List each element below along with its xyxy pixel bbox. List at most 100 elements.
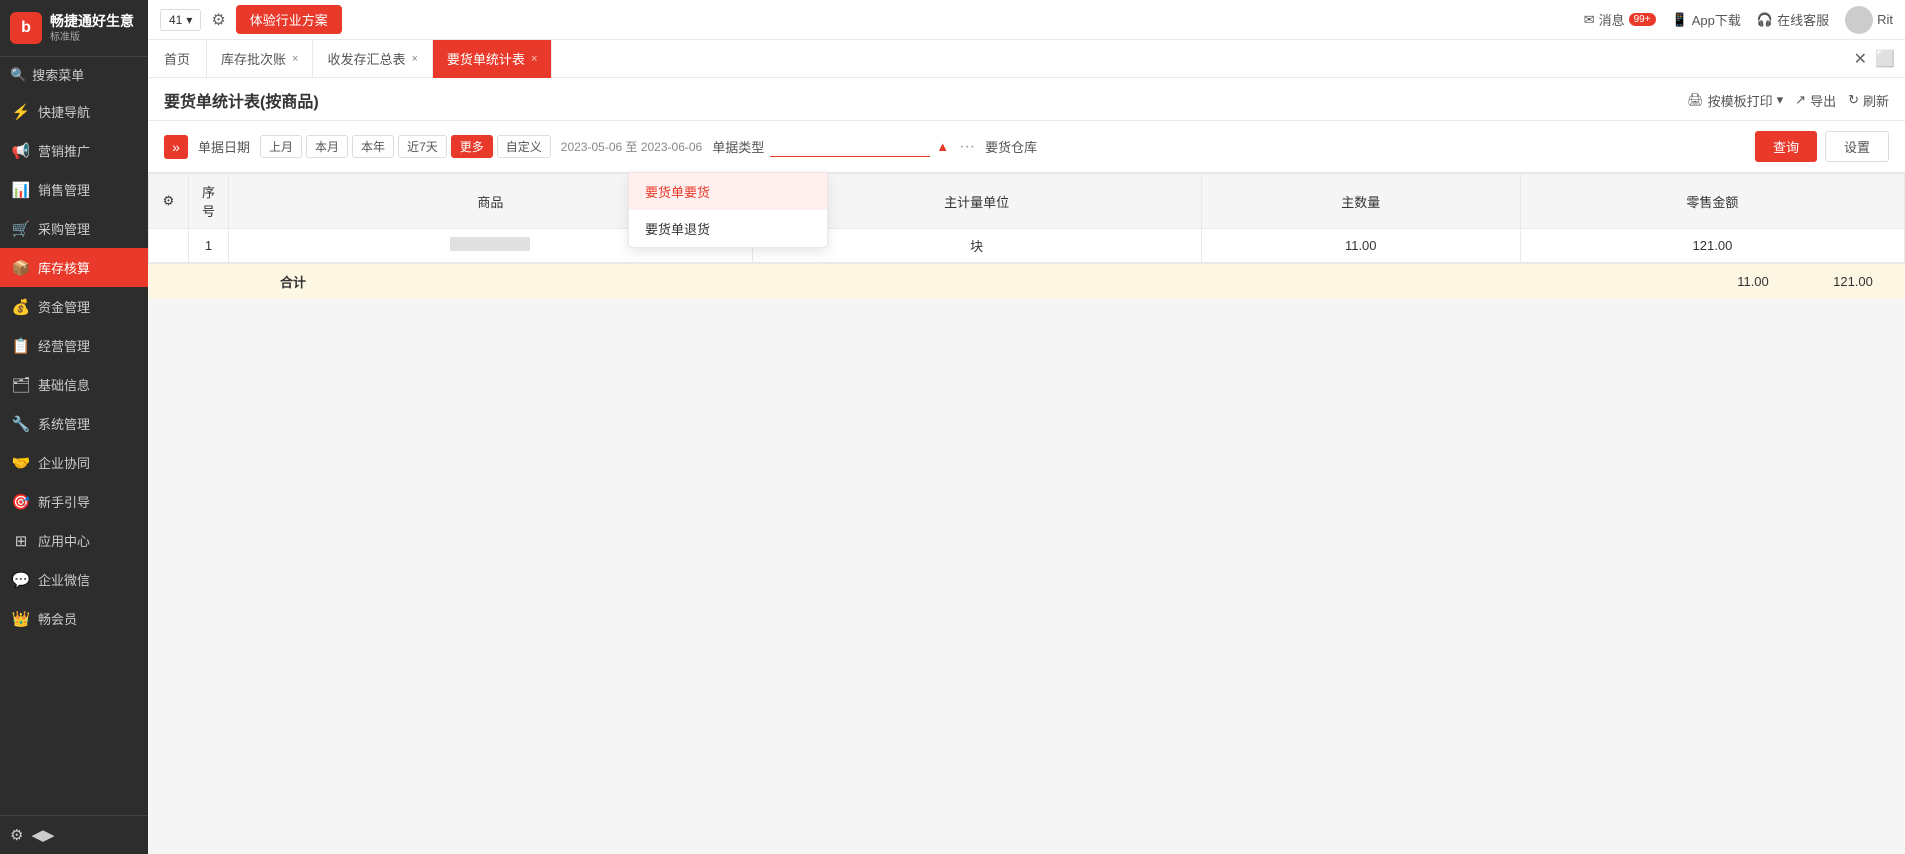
row-settings [149,229,189,263]
footer-amount: 121.00 [1813,274,1893,289]
page-title: 要货单统计表(按商品) [164,88,319,112]
online-service-item[interactable]: 🎧 在线客服 [1757,10,1829,29]
headset-icon: 🎧 [1757,12,1773,28]
sidebar-item-finance[interactable]: 💰 资金管理 [0,287,148,326]
date-buttons: 上月 本月 本年 近7天 更多 自定义 [260,135,551,158]
sidebar-nav: ⚡ 快捷导航 📢 营销推广 📊 销售管理 🛒 采购管理 📦 库存核算 💰 资金管… [0,92,148,815]
col-header-no: 序号 [189,174,229,229]
collapse-icon[interactable]: ◀▶ [31,826,54,844]
tab-home[interactable]: 首页 [148,40,207,78]
doc-type-dropdown: 要货单要货 要货单退货 [628,172,828,248]
app-download-item[interactable]: 📱 App下载 [1672,10,1741,29]
guide-icon: 🎯 [12,493,30,511]
doc-type-label: 单据类型 [712,137,764,156]
gear-icon[interactable]: ⚙ [211,10,225,30]
sidebar-item-wechat[interactable]: 💬 企业微信 [0,560,148,599]
page-actions: 🖨 按模板打印 ▾ ↗ 导出 ↻ 刷新 [1687,91,1889,110]
date-btn-last-7-days[interactable]: 近7天 [398,135,447,158]
sidebar-item-system[interactable]: 🔧 系统管理 [0,404,148,443]
messages-item[interactable]: ✉ 消息 99+ [1584,10,1656,29]
header-right: ✉ 消息 99+ 📱 App下载 🎧 在线客服 Rit [1584,6,1893,34]
close-all-tabs-icon[interactable]: ✕ [1854,49,1867,69]
sidebar-item-inventory[interactable]: 📦 库存核算 [0,248,148,287]
chevron-down-icon: ▾ [186,13,192,27]
sidebar-item-basic[interactable]: 🗂 基础信息 [0,365,148,404]
doc-type-input[interactable] [770,137,930,157]
tab-order-stats[interactable]: 要货单统计表 × [433,40,552,78]
phone-icon: 📱 [1672,12,1688,28]
warehouse-field: 要货仓库 [985,137,1037,156]
company-selector[interactable]: 41 ▾ [160,9,201,31]
maximize-icon[interactable]: ⬜ [1875,49,1895,69]
data-table: ⚙ 序号 商品 主计量单位 主数量 [148,173,1905,263]
sidebar-logo: b 畅捷通好生意 标准版 [0,0,148,57]
tab-close-shipment-summary[interactable]: × [411,53,417,65]
sidebar-item-quick-nav[interactable]: ⚡ 快捷导航 [0,92,148,131]
message-icon: ✉ [1584,12,1595,28]
table-footer: 合计 11.00 121.00 [148,263,1905,299]
quick-nav-icon: ⚡ [12,103,30,121]
tab-close-inventory-batch[interactable]: × [292,53,298,65]
refresh-icon: ↻ [1848,92,1859,108]
row-qty: 11.00 [1201,229,1520,263]
date-btn-this-month[interactable]: 本月 [306,135,348,158]
sidebar-item-operation[interactable]: 📋 经营管理 [0,326,148,365]
tab-close-order-stats[interactable]: × [531,53,537,65]
trial-button[interactable]: 体验行业方案 [236,5,342,34]
col-header-settings[interactable]: ⚙ [149,174,189,229]
print-template-btn[interactable]: 🖨 按模板打印 ▾ [1687,91,1783,110]
footer-qty: 11.00 [1713,274,1793,289]
doc-type-dropdown-icon[interactable]: ▲ [936,139,949,154]
sales-icon: 📊 [12,181,30,199]
page-area: 要货单统计表(按商品) 🖨 按模板打印 ▾ ↗ 导出 ↻ 刷新 [148,78,1905,854]
query-button[interactable]: 查询 [1755,131,1817,162]
doc-type-field: 单据类型 ▲ [712,137,949,157]
logo-text: 畅捷通好生意 标准版 [50,12,134,43]
settings-button[interactable]: 设置 [1825,131,1889,162]
tab-bar-actions: ✕ ⬜ [1844,49,1905,69]
filter-more-icon[interactable]: ··· [959,138,975,156]
member-icon: 👑 [12,610,30,628]
inventory-icon: 📦 [12,259,30,277]
sidebar-item-enterprise[interactable]: 🤝 企业协同 [0,443,148,482]
main-content: 41 ▾ ⚙ 体验行业方案 ✉ 消息 99+ 📱 App下载 🎧 在线客服 Ri… [148,0,1905,854]
date-btn-this-year[interactable]: 本年 [352,135,394,158]
date-btn-more[interactable]: 更多 [451,135,493,158]
table-row[interactable]: 1 块 11.00 121.00 [149,229,1905,263]
enterprise-icon: 🤝 [12,454,30,472]
app-center-icon: ⊞ [12,532,30,550]
wechat-icon: 💬 [12,571,30,589]
export-btn[interactable]: ↗ 导出 [1795,91,1836,110]
tab-shipment-summary[interactable]: 收发存汇总表 × [313,40,432,78]
filter-expand-btn[interactable]: » [164,135,188,159]
chevron-down-icon: ▾ [1777,92,1784,108]
sidebar-search[interactable]: 🔍 搜索菜单 [0,57,148,92]
sidebar-footer: ⚙ ◀▶ [0,815,148,854]
marketing-icon: 📢 [12,142,30,160]
sidebar-item-marketing[interactable]: 📢 营销推广 [0,131,148,170]
refresh-btn[interactable]: ↻ 刷新 [1848,91,1889,110]
print-icon: 🖨 [1687,92,1704,108]
export-icon: ↗ [1795,92,1806,108]
dropdown-item-order-return[interactable]: 要货单退货 [629,210,827,247]
col-header-qty: 主数量 [1201,174,1520,229]
sidebar-item-sales[interactable]: 📊 销售管理 [0,170,148,209]
top-header: 41 ▾ ⚙ 体验行业方案 ✉ 消息 99+ 📱 App下载 🎧 在线客服 Ri… [148,0,1905,40]
user-profile[interactable]: Rit [1845,6,1893,34]
sidebar-item-member[interactable]: 👑 畅会员 [0,599,148,638]
tab-inventory-batch[interactable]: 库存批次账 × [207,40,313,78]
finance-icon: 💰 [12,298,30,316]
row-no: 1 [189,229,229,263]
purchase-icon: 🛒 [12,220,30,238]
tab-bar: 首页 库存批次账 × 收发存汇总表 × 要货单统计表 × ✕ ⬜ [148,40,1905,78]
date-btn-last-month[interactable]: 上月 [260,135,302,158]
row-amount: 121.00 [1520,229,1904,263]
dropdown-item-order-goods[interactable]: 要货单要货 [629,173,827,210]
settings-footer-icon[interactable]: ⚙ [10,826,23,844]
warehouse-label: 要货仓库 [985,137,1037,156]
logo-icon: b [10,12,42,44]
date-btn-custom[interactable]: 自定义 [497,135,551,158]
sidebar-item-app-center[interactable]: ⊞ 应用中心 [0,521,148,560]
sidebar-item-guide[interactable]: 🎯 新手引导 [0,482,148,521]
sidebar-item-purchase[interactable]: 🛒 采购管理 [0,209,148,248]
